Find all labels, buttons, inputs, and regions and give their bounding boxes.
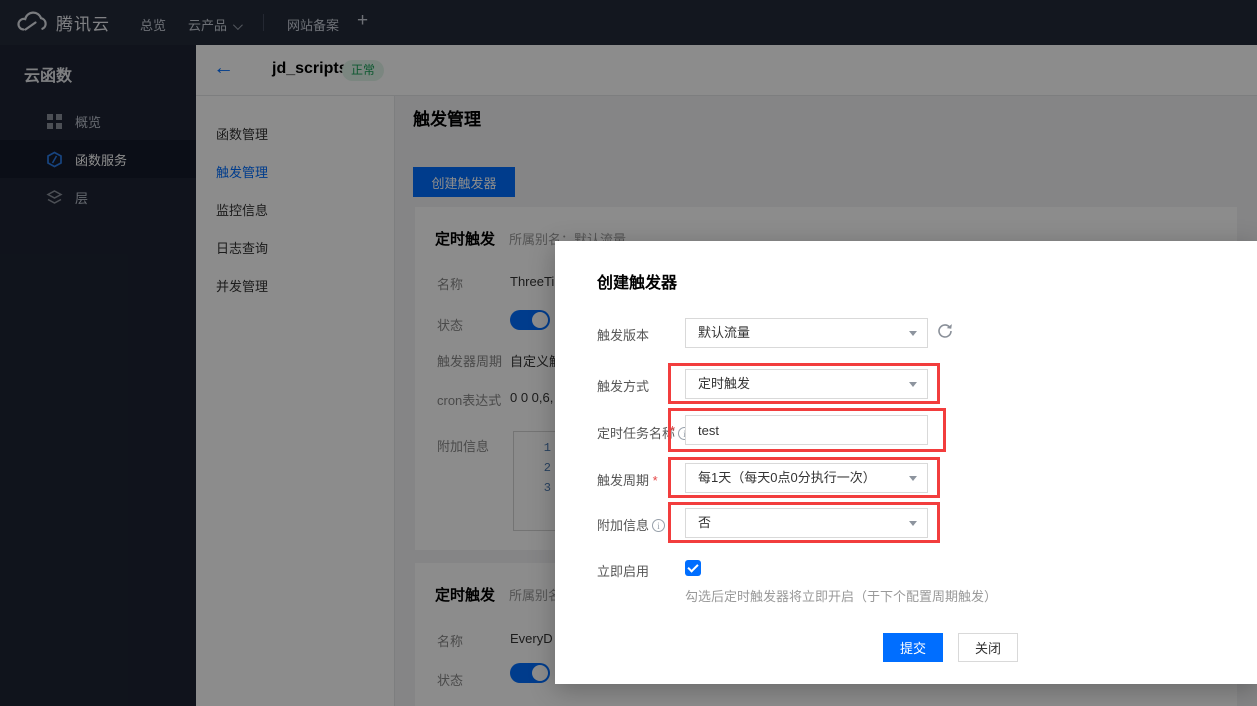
required-asterisk: * (653, 473, 658, 488)
close-button[interactable]: 关闭 (958, 633, 1018, 662)
additional-info-label: 附加信息 (597, 515, 665, 534)
trigger-method-value: 定时触发 (698, 370, 750, 398)
additional-info-select[interactable]: 否 (685, 508, 928, 538)
trigger-version-value: 默认流量 (698, 319, 750, 347)
enable-now-helper-text: 勾选后定时触发器将立即开启（于下个配置周期触发） (685, 586, 997, 605)
chevron-down-icon (909, 521, 917, 526)
trigger-period-value: 每1天（每天0点0分执行一次） (698, 464, 876, 492)
trigger-method-label: 触发方式 (597, 376, 649, 395)
submit-button[interactable]: 提交 (883, 633, 943, 662)
info-icon (652, 519, 665, 532)
refresh-icon[interactable] (936, 322, 954, 340)
enable-now-label: 立即启用 (597, 561, 649, 580)
timer-task-name-field (685, 415, 928, 445)
chevron-down-icon (909, 382, 917, 387)
trigger-period-label: 触发周期 * (597, 470, 658, 489)
chevron-down-icon (909, 476, 917, 481)
timer-task-name-label: 定时任务名称 (597, 423, 691, 442)
timer-task-name-input[interactable] (686, 416, 927, 444)
tencent-cloud-console: 腾讯云 总览 云产品 网站备案 + 云函数 概览 函数服务 (0, 0, 1257, 706)
modal-title: 创建触发器 (597, 269, 677, 293)
trigger-version-label: 触发版本 (597, 325, 649, 344)
additional-info-value: 否 (698, 509, 711, 537)
required-asterisk: * (670, 423, 675, 438)
create-trigger-modal: 创建触发器 触发版本 默认流量 触发方式 定时触发 定时任务名称 * 触发周期 … (555, 241, 1257, 684)
trigger-method-select[interactable]: 定时触发 (685, 369, 928, 399)
enable-now-checkbox[interactable] (685, 560, 701, 576)
chevron-down-icon (909, 331, 917, 336)
trigger-period-select[interactable]: 每1天（每天0点0分执行一次） (685, 463, 928, 493)
trigger-version-select[interactable]: 默认流量 (685, 318, 928, 348)
